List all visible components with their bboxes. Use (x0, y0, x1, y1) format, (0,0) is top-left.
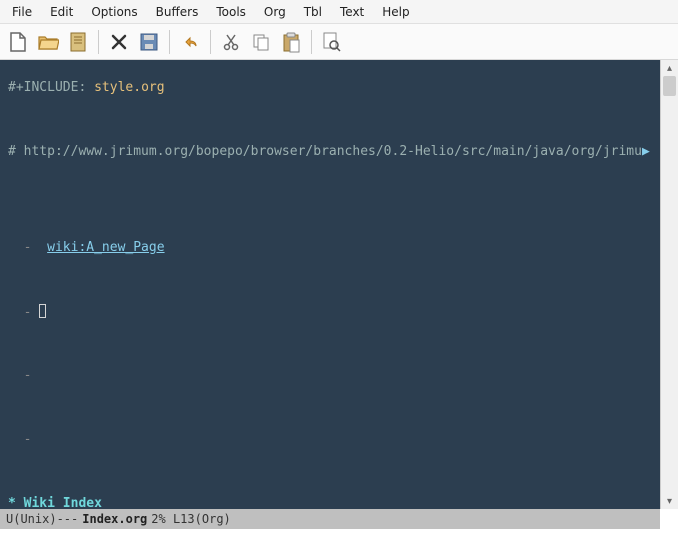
copy-icon[interactable] (247, 28, 275, 56)
menu-text[interactable]: Text (332, 2, 372, 22)
modeline-major-mode: (Org) (195, 512, 231, 526)
menu-help[interactable]: Help (374, 2, 417, 22)
scroll-thumb[interactable] (663, 76, 676, 96)
include-value: style.org (94, 80, 164, 95)
menu-tbl[interactable]: Tbl (296, 2, 330, 22)
modeline-position: 2% L13 (151, 512, 194, 526)
link-a-new-page[interactable]: wiki:A_new_Page (47, 240, 164, 255)
menu-options[interactable]: Options (83, 2, 145, 22)
scroll-track[interactable] (661, 76, 678, 493)
include-keyword: #+INCLUDE: (8, 80, 86, 95)
toolbar-separator (169, 30, 170, 54)
search-icon[interactable] (318, 28, 346, 56)
menu-org[interactable]: Org (256, 2, 294, 22)
url-comment: http://www.jrimum.org/bopepo/browser/bra… (24, 144, 642, 159)
new-file-icon[interactable] (4, 28, 32, 56)
heading-1-wiki-index: Wiki Index (24, 496, 102, 509)
menu-file[interactable]: File (4, 2, 40, 22)
cut-icon[interactable] (217, 28, 245, 56)
editor-buffer[interactable]: #+INCLUDE: style.org # http://www.jrimum… (0, 60, 660, 509)
scroll-up-arrow-icon[interactable]: ▴ (661, 60, 678, 76)
modeline-coding: U(Unix)--- (6, 512, 78, 526)
toolbar (0, 24, 678, 60)
toolbar-separator (210, 30, 211, 54)
save-icon[interactable] (135, 28, 163, 56)
menu-buffers[interactable]: Buffers (148, 2, 207, 22)
vertical-scrollbar[interactable]: ▴ ▾ (660, 60, 678, 509)
menu-tools[interactable]: Tools (208, 2, 254, 22)
toolbar-separator (311, 30, 312, 54)
modeline-buffer-name: Index.org (78, 512, 151, 526)
open-file-icon[interactable] (34, 28, 62, 56)
comment-prefix: # (8, 144, 24, 159)
scroll-down-arrow-icon[interactable]: ▾ (661, 493, 678, 509)
menu-edit[interactable]: Edit (42, 2, 81, 22)
menu-bar: File Edit Options Buffers Tools Org Tbl … (0, 0, 678, 24)
text-cursor (39, 304, 46, 318)
paste-icon[interactable] (277, 28, 305, 56)
mode-line[interactable]: U(Unix)--- Index.org 2% L13 (Org) (0, 509, 660, 529)
undo-icon[interactable] (176, 28, 204, 56)
line-overflow-marker: ▶ (642, 144, 650, 159)
recent-file-icon[interactable] (64, 28, 92, 56)
toolbar-separator (98, 30, 99, 54)
close-icon[interactable] (105, 28, 133, 56)
